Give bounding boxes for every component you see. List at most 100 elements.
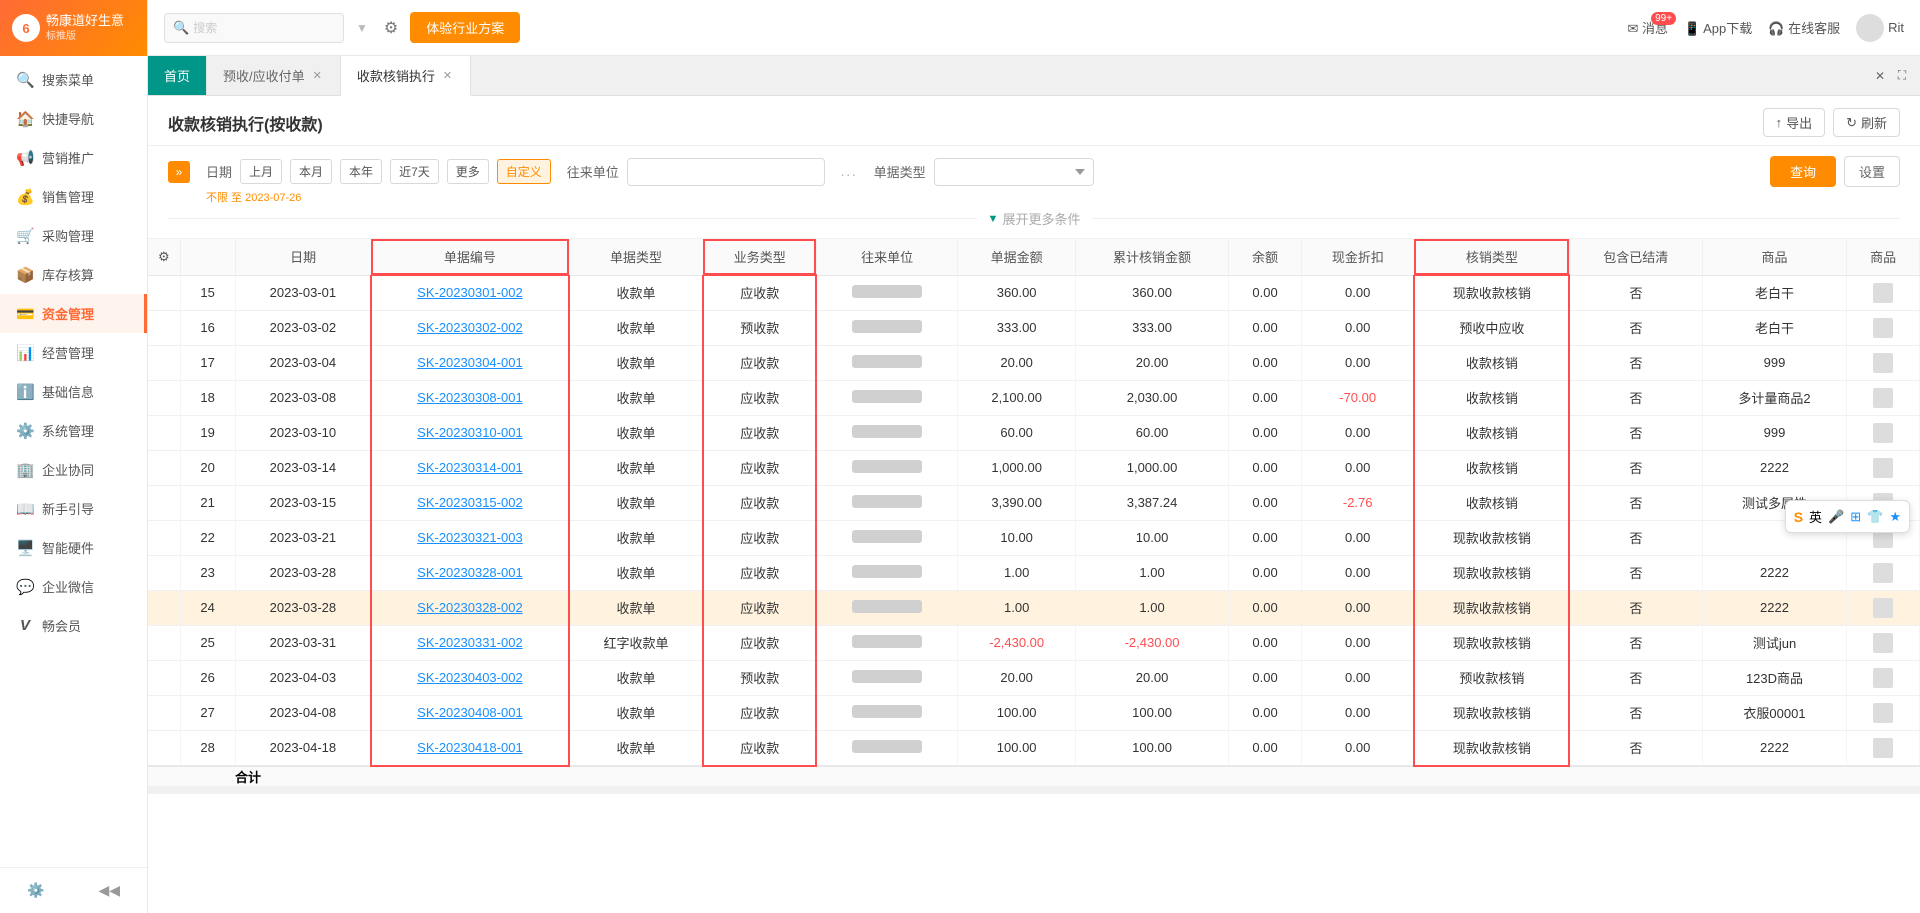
col-cash-discount: 现金折扣 xyxy=(1301,239,1414,275)
brand-grid-icon: ⊞ xyxy=(1850,509,1861,525)
cell-include-settled: 否 xyxy=(1569,310,1702,345)
col-settings[interactable]: ⚙ xyxy=(148,239,180,275)
topbar-dropdown[interactable]: ▼ xyxy=(356,21,368,35)
tab-prepay[interactable]: 预收/应收付单 ✕ xyxy=(207,56,341,95)
tab-collection[interactable]: 收款核销执行 ✕ xyxy=(341,56,471,96)
cell-settings[interactable] xyxy=(148,730,180,766)
partner-input[interactable] xyxy=(627,158,825,186)
cell-settings[interactable] xyxy=(148,415,180,450)
sidebar-item-purchase[interactable]: 🛒 采购管理 xyxy=(0,216,147,255)
cell-doc-no[interactable]: SK-20230328-002 xyxy=(371,590,568,625)
cell-cumulative: -2,430.00 xyxy=(1075,625,1228,660)
solution-button[interactable]: 体验行业方案 xyxy=(410,12,520,43)
cell-doc-no[interactable]: SK-20230315-002 xyxy=(371,485,568,520)
sidebar-item-operations[interactable]: 📊 经营管理 xyxy=(0,333,147,372)
query-button[interactable]: 查询 xyxy=(1770,156,1836,187)
more-btn[interactable]: 更多 xyxy=(447,159,489,184)
cell-doc-type: 收款单 xyxy=(569,555,704,590)
cell-doc-no[interactable]: SK-20230308-001 xyxy=(371,380,568,415)
sidebar-item-inventory[interactable]: 📦 库存核算 xyxy=(0,255,147,294)
money-icon: 💰 xyxy=(16,188,34,206)
brand-s-icon: S xyxy=(1794,509,1803,525)
last-7-days-btn[interactable]: 近7天 xyxy=(390,159,439,184)
cell-settings[interactable] xyxy=(148,450,180,485)
collection-tab-close[interactable]: ✕ xyxy=(441,67,454,84)
sidebar-item-guide[interactable]: 📖 新手引导 xyxy=(0,489,147,528)
sidebar-item-quick-nav[interactable]: 🏠 快捷导航 xyxy=(0,99,147,138)
custom-date-btn[interactable]: 自定义 xyxy=(497,159,551,184)
close-window-btn[interactable]: ✕ xyxy=(1870,66,1890,86)
topbar-search[interactable]: 🔍 搜索 xyxy=(164,13,344,43)
cell-settings[interactable] xyxy=(148,625,180,660)
horizontal-scrollbar[interactable] xyxy=(148,786,1920,794)
sidebar-item-basic-info[interactable]: ℹ️ 基础信息 xyxy=(0,372,147,411)
sidebar-item-search[interactable]: 🔍 搜索菜单 xyxy=(0,60,147,99)
last-month-btn[interactable]: 上月 xyxy=(240,159,282,184)
cell-doc-no[interactable]: SK-20230328-001 xyxy=(371,555,568,590)
doc-type-select[interactable] xyxy=(934,158,1094,186)
export-button[interactable]: ↑ 导出 xyxy=(1763,108,1826,137)
sidebar-item-finance[interactable]: 💳 资金管理 xyxy=(0,294,147,333)
cell-doc-no[interactable]: SK-20230301-002 xyxy=(371,275,568,310)
cell-settings[interactable] xyxy=(148,485,180,520)
cell-partner xyxy=(816,695,958,730)
cell-row-num: 27 xyxy=(180,695,235,730)
cell-doc-no[interactable]: SK-20230314-001 xyxy=(371,450,568,485)
sidebar-settings-btn[interactable]: ⚙️ xyxy=(19,876,52,905)
maximize-window-btn[interactable]: ⛶ xyxy=(1892,66,1912,86)
settings-button[interactable]: 设置 xyxy=(1844,156,1900,187)
cell-doc-no[interactable]: SK-20230310-001 xyxy=(371,415,568,450)
sidebar-item-member[interactable]: V 畅会员 xyxy=(0,606,147,645)
cart-icon: 🛒 xyxy=(16,227,34,245)
cell-cancel-type: 收款核销 xyxy=(1414,415,1569,450)
cell-settings[interactable] xyxy=(148,520,180,555)
cell-partner xyxy=(816,345,958,380)
app-download-btn[interactable]: 📱 App下载 xyxy=(1684,18,1752,37)
sidebar-item-system[interactable]: ⚙️ 系统管理 xyxy=(0,411,147,450)
this-month-btn[interactable]: 本月 xyxy=(290,159,332,184)
cell-doc-no[interactable]: SK-20230302-002 xyxy=(371,310,568,345)
message-btn[interactable]: ✉ 消息 99+ xyxy=(1628,18,1669,37)
cell-settings[interactable] xyxy=(148,345,180,380)
cell-settings[interactable] xyxy=(148,275,180,310)
cell-settings[interactable] xyxy=(148,695,180,730)
cell-doc-no[interactable]: SK-20230418-001 xyxy=(371,730,568,766)
cell-doc-no[interactable]: SK-20230408-001 xyxy=(371,695,568,730)
expand-conditions-row[interactable]: ▼ 展开更多条件 xyxy=(168,205,1900,232)
cell-cumulative: 10.00 xyxy=(1075,520,1228,555)
sidebar-item-marketing[interactable]: 📢 营销推广 xyxy=(0,138,147,177)
online-support-btn[interactable]: 🎧 在线客服 xyxy=(1768,18,1840,37)
cell-settings[interactable] xyxy=(148,660,180,695)
cell-settings[interactable] xyxy=(148,555,180,590)
cell-balance: 0.00 xyxy=(1229,345,1302,380)
cell-partner xyxy=(816,660,958,695)
cell-doc-type: 收款单 xyxy=(569,415,704,450)
cell-cumulative: 2,030.00 xyxy=(1075,380,1228,415)
sidebar-collapse-btn[interactable]: ◀◀ xyxy=(90,876,128,905)
cell-settings[interactable] xyxy=(148,590,180,625)
cell-amount: 3,390.00 xyxy=(958,485,1076,520)
sidebar-item-sales[interactable]: 💰 销售管理 xyxy=(0,177,147,216)
cell-amount: 360.00 xyxy=(958,275,1076,310)
cell-biz-type: 预收款 xyxy=(703,660,816,695)
cell-doc-no[interactable]: SK-20230403-002 xyxy=(371,660,568,695)
sidebar-item-hardware[interactable]: 🖥️ 智能硬件 xyxy=(0,528,147,567)
cell-settings[interactable] xyxy=(148,310,180,345)
cell-doc-no[interactable]: SK-20230331-002 xyxy=(371,625,568,660)
cell-row-num: 21 xyxy=(180,485,235,520)
refresh-button[interactable]: ↻ 刷新 xyxy=(1833,108,1900,137)
cell-doc-no[interactable]: SK-20230321-003 xyxy=(371,520,568,555)
user-avatar[interactable]: Rit xyxy=(1856,14,1904,42)
cell-product: 999 xyxy=(1702,345,1846,380)
cell-cancel-type: 收款核销 xyxy=(1414,450,1569,485)
cell-doc-type: 收款单 xyxy=(569,730,704,766)
tab-home[interactable]: 首页 xyxy=(148,56,207,95)
sidebar-item-enterprise[interactable]: 🏢 企业协同 xyxy=(0,450,147,489)
expand-filter-btn[interactable]: » xyxy=(168,161,190,183)
prepay-tab-close[interactable]: ✕ xyxy=(311,67,324,84)
sidebar-item-wechat[interactable]: 💬 企业微信 xyxy=(0,567,147,606)
topbar-gear-icon[interactable]: ⚙ xyxy=(384,18,398,38)
this-year-btn[interactable]: 本年 xyxy=(340,159,382,184)
cell-doc-no[interactable]: SK-20230304-001 xyxy=(371,345,568,380)
cell-settings[interactable] xyxy=(148,380,180,415)
